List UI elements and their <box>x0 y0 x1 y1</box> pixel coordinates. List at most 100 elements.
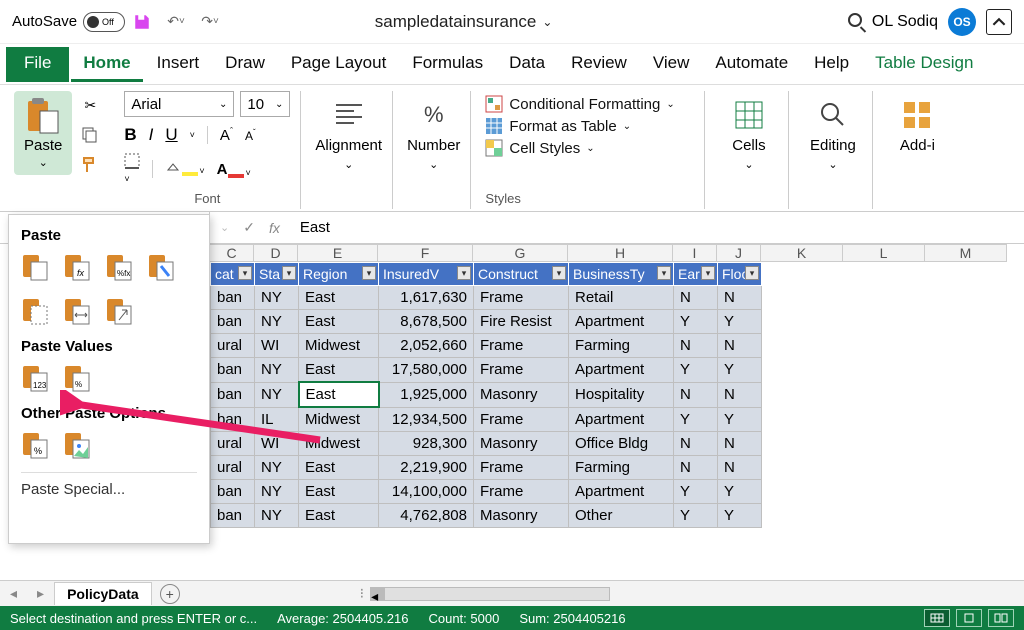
svg-text:%: % <box>34 446 42 456</box>
col-header[interactable]: F <box>378 244 473 262</box>
paste-column-width-icon[interactable] <box>63 296 91 326</box>
tab-insert[interactable]: Insert <box>145 47 212 82</box>
ribbon-mode-icon[interactable] <box>986 9 1012 35</box>
status-message: Select destination and press ENTER or c.… <box>10 611 257 626</box>
enter-formula-icon[interactable]: ✓ <box>243 219 255 236</box>
col-header[interactable]: J <box>717 244 761 262</box>
avatar[interactable]: OS <box>948 8 976 36</box>
tab-page-layout[interactable]: Page Layout <box>279 47 398 82</box>
sheet-prev-icon[interactable]: ◂ <box>0 585 27 602</box>
col-header[interactable]: E <box>298 244 378 262</box>
format-as-table-button[interactable]: Format as Table ⌄ <box>485 117 674 135</box>
font-size-select[interactable]: 10⌄ <box>240 91 290 117</box>
paste-special-button[interactable]: Paste Special... <box>21 472 197 498</box>
col-header-ear[interactable]: Ear▾ <box>674 263 718 286</box>
alignment-button[interactable]: Alignment ⌄ <box>315 91 382 171</box>
sheet-next-icon[interactable]: ▸ <box>27 585 54 602</box>
document-title[interactable]: sampledatainsurance ⌄ <box>375 12 553 32</box>
paste-formulas-icon[interactable]: fx <box>63 252 91 282</box>
col-header-cat[interactable]: cat▾ <box>211 263 255 286</box>
autosave-toggle[interactable]: Off <box>83 12 125 32</box>
underline-button[interactable]: U <box>165 125 177 145</box>
undo-icon[interactable]: ↶˅ <box>165 11 187 33</box>
page-break-view-icon[interactable] <box>988 609 1014 627</box>
editing-button[interactable]: Editing⌄ <box>810 91 856 171</box>
table-row[interactable]: banNYEast8,678,500Fire ResistApartmentYY <box>211 310 762 334</box>
italic-button[interactable]: I <box>149 125 154 145</box>
tab-help[interactable]: Help <box>802 47 861 82</box>
font-name-select[interactable]: Arial⌄ <box>124 91 234 117</box>
cells-button[interactable]: Cells⌄ <box>731 91 767 171</box>
col-header[interactable]: D <box>254 244 298 262</box>
col-header-state[interactable]: Sta▾ <box>255 263 299 286</box>
paste-keep-formatting-icon[interactable] <box>147 252 175 282</box>
status-average: Average: 2504405.216 <box>277 611 408 626</box>
fill-color-icon[interactable]: ˅ <box>165 162 204 176</box>
col-header[interactable]: H <box>568 244 673 262</box>
grow-font-icon[interactable]: Aˆ <box>220 126 233 144</box>
fx-icon[interactable]: fx <box>269 220 280 236</box>
tab-formulas[interactable]: Formulas <box>400 47 495 82</box>
sheet-tab[interactable]: PolicyData <box>54 582 152 605</box>
col-header-region[interactable]: Region▾ <box>299 263 379 286</box>
tab-file[interactable]: File <box>6 47 69 82</box>
tab-review[interactable]: Review <box>559 47 639 82</box>
addins-button[interactable]: Add-i <box>899 91 935 154</box>
conditional-formatting-button[interactable]: Conditional Formatting ⌄ <box>485 95 674 113</box>
paste-formatting-icon[interactable]: % <box>21 430 49 460</box>
paste-button[interactable]: Paste ⌄ <box>14 91 72 175</box>
paste-formulas-number-icon[interactable]: %fx <box>105 252 133 282</box>
paste-transpose-icon[interactable] <box>105 296 133 326</box>
col-header[interactable]: M <box>925 244 1007 262</box>
copy-icon[interactable] <box>80 125 100 145</box>
percent-icon: % <box>416 97 452 133</box>
cancel-formula-icon[interactable]: ⌄ <box>220 221 229 234</box>
table-row[interactable]: banNYEast14,100,000FrameApartmentYY <box>211 480 762 504</box>
col-header-insured[interactable]: InsuredV▾ <box>379 263 474 286</box>
shrink-font-icon[interactable]: Aˇ <box>245 128 256 143</box>
find-icon <box>815 97 851 133</box>
add-sheet-button[interactable]: + <box>160 584 180 604</box>
table-row[interactable]: banNYEast17,580,000FrameApartmentYY <box>211 358 762 383</box>
col-header[interactable]: I <box>673 244 717 262</box>
tab-data[interactable]: Data <box>497 47 557 82</box>
cut-icon[interactable]: ✂ <box>80 95 100 115</box>
table-header-row: cat▾ Sta▾ Region▾ InsuredV▾ Construct▾ B… <box>211 263 762 286</box>
borders-icon[interactable]: ˅ <box>124 153 140 185</box>
number-button[interactable]: % Number ⌄ <box>407 91 460 171</box>
col-header-construct[interactable]: Construct▾ <box>474 263 569 286</box>
col-header[interactable]: G <box>473 244 568 262</box>
col-header-flood[interactable]: Floo▾ <box>718 263 762 286</box>
table-row[interactable]: banNYEast1,617,630FrameRetailNN <box>211 286 762 310</box>
paste-values-icon[interactable]: 123 <box>21 363 49 393</box>
save-icon[interactable] <box>131 11 153 33</box>
paste-no-borders-icon[interactable] <box>21 296 49 326</box>
col-header[interactable]: K <box>761 244 843 262</box>
horizontal-scrollbar[interactable]: ⁝◂ <box>180 585 1024 602</box>
search-icon[interactable] <box>848 13 862 30</box>
font-color-icon[interactable]: A˅ <box>217 161 251 178</box>
col-header-business[interactable]: BusinessTy▾ <box>569 263 674 286</box>
page-layout-view-icon[interactable] <box>956 609 982 627</box>
formula-value[interactable]: East <box>290 219 340 236</box>
tab-draw[interactable]: Draw <box>213 47 277 82</box>
table-row[interactable]: uralNYEast2,219,900FrameFarmingNN <box>211 456 762 480</box>
tab-automate[interactable]: Automate <box>703 47 800 82</box>
tab-view[interactable]: View <box>641 47 702 82</box>
redo-icon[interactable]: ↷˅ <box>199 11 221 33</box>
tab-home[interactable]: Home <box>71 47 142 82</box>
paste-all-icon[interactable] <box>21 252 49 282</box>
normal-view-icon[interactable] <box>924 609 950 627</box>
format-painter-icon[interactable] <box>80 155 100 175</box>
paste-values-number-icon[interactable]: % <box>63 363 91 393</box>
tab-table-design[interactable]: Table Design <box>863 47 985 82</box>
table-row[interactable]: uralWIMidwest2,052,660FrameFarmingNN <box>211 334 762 358</box>
cell-styles-button[interactable]: Cell Styles ⌄ <box>485 139 674 157</box>
alignment-icon <box>331 97 367 133</box>
paste-icon <box>26 97 60 135</box>
col-header[interactable]: L <box>843 244 925 262</box>
user-name[interactable]: OL Sodiq <box>872 13 938 31</box>
bold-button[interactable]: B <box>124 125 136 145</box>
table-row[interactable]: banNYEast4,762,808MasonryOtherYY <box>211 504 762 528</box>
col-header[interactable]: C <box>210 244 254 262</box>
